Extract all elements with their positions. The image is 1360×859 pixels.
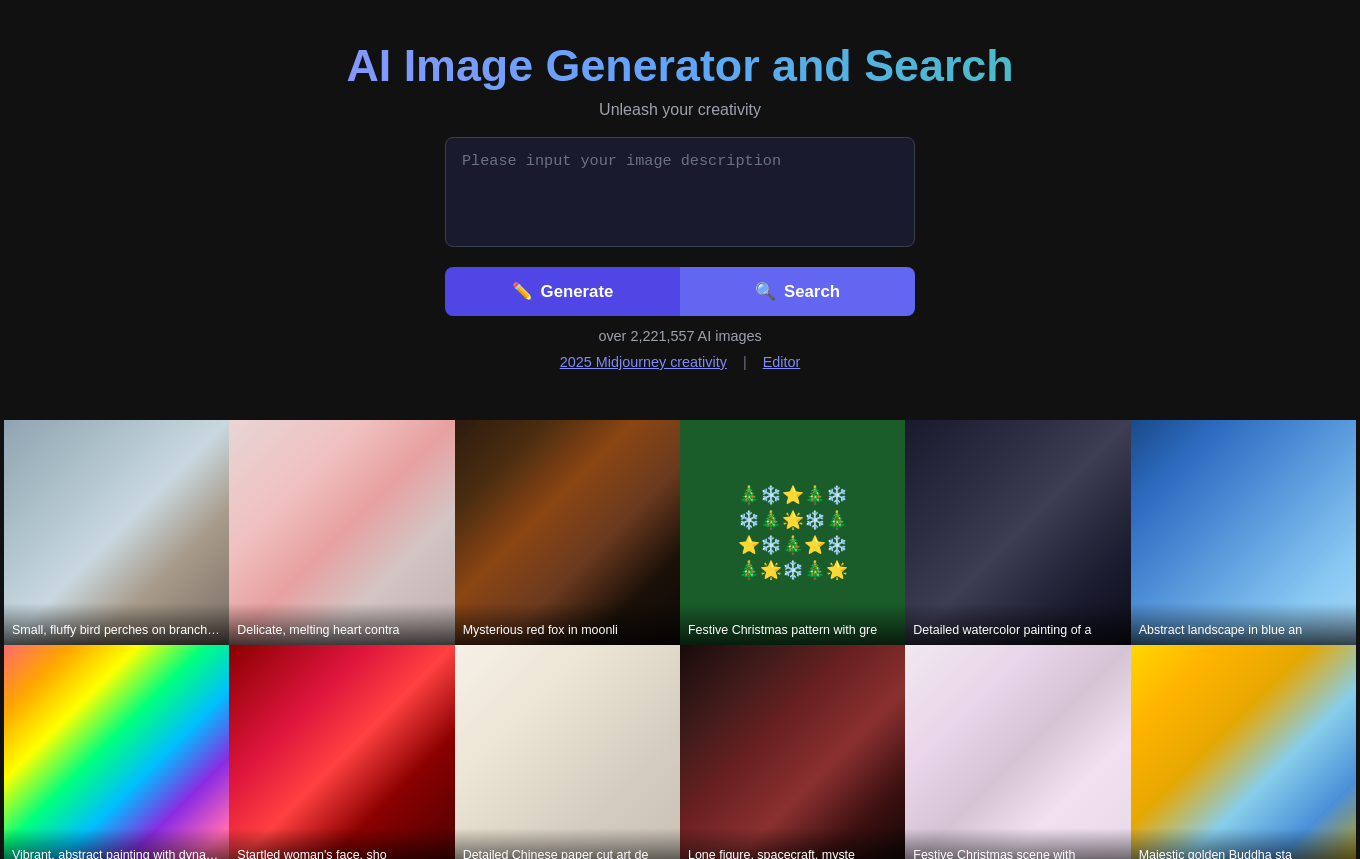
- image-row-1: Small, fluffy bird perches on branch in …: [4, 420, 1356, 645]
- image-item-bird[interactable]: Small, fluffy bird perches on branch in …: [4, 420, 229, 645]
- image-caption-spacecraft: Lone figure, spacecraft, myste: [680, 828, 905, 859]
- image-item-abstract-blue[interactable]: Abstract landscape in blue an: [1131, 420, 1356, 645]
- search-label: Search: [784, 282, 840, 302]
- image-item-fox[interactable]: Mysterious red fox in moonli: [455, 420, 680, 645]
- image-caption-abstract-blue: Abstract landscape in blue an: [1131, 603, 1356, 645]
- links-row: 2025 Midjourney creativity | Editor: [20, 354, 1340, 370]
- nav-divider: |: [743, 354, 747, 370]
- midjourney-link[interactable]: 2025 Midjourney creativity: [560, 354, 727, 370]
- header-section: AI Image Generator and Search Unleash yo…: [0, 0, 1360, 420]
- image-item-christmas2[interactable]: Festive Christmas scene with: [905, 645, 1130, 859]
- image-item-christmas[interactable]: 🎄❄️⭐🎄❄️❄️🎄🌟❄️🎄⭐❄️🎄⭐❄️🎄🌟❄️🎄🌟Festive Chris…: [680, 420, 905, 645]
- image-caption-christmas2: Festive Christmas scene with: [905, 828, 1130, 859]
- search-button[interactable]: 🔍 Search: [680, 267, 915, 316]
- image-item-robot[interactable]: Detailed watercolor painting of a: [905, 420, 1130, 645]
- buttons-row: ✏️ Generate 🔍 Search: [445, 267, 915, 316]
- textarea-container: [445, 137, 915, 251]
- pencil-icon: ✏️: [512, 281, 533, 302]
- image-item-colorful[interactable]: Vibrant, abstract painting with dynamic …: [4, 645, 229, 859]
- image-caption-face: Startled woman's face, sho: [229, 828, 454, 859]
- image-caption-buddha: Majestic golden Buddha sta: [1131, 828, 1356, 859]
- generate-button[interactable]: ✏️ Generate: [445, 267, 680, 316]
- image-row-2: Vibrant, abstract painting with dynamic …: [4, 645, 1356, 859]
- image-item-face[interactable]: Startled woman's face, sho: [229, 645, 454, 859]
- subtitle: Unleash your creativity: [20, 101, 1340, 119]
- image-caption-chinese: Detailed Chinese paper cut art de: [455, 828, 680, 859]
- editor-link[interactable]: Editor: [763, 354, 801, 370]
- image-item-spacecraft[interactable]: Lone figure, spacecraft, myste: [680, 645, 905, 859]
- page-title: AI Image Generator and Search: [20, 40, 1340, 91]
- image-caption-bird: Small, fluffy bird perches on branch in …: [4, 603, 229, 645]
- prompt-input[interactable]: [445, 137, 915, 247]
- image-item-heart[interactable]: Delicate, melting heart contra: [229, 420, 454, 645]
- image-item-buddha[interactable]: Majestic golden Buddha sta: [1131, 645, 1356, 859]
- image-caption-robot: Detailed watercolor painting of a: [905, 603, 1130, 645]
- search-icon: 🔍: [755, 281, 776, 302]
- image-caption-christmas: Festive Christmas pattern with gre: [680, 603, 905, 645]
- image-grid: Small, fluffy bird perches on branch in …: [0, 420, 1360, 859]
- generate-label: Generate: [541, 282, 614, 302]
- image-count: over 2,221,557 AI images: [20, 328, 1340, 344]
- image-caption-colorful: Vibrant, abstract painting with dynamic …: [4, 828, 229, 859]
- image-caption-heart: Delicate, melting heart contra: [229, 603, 454, 645]
- image-item-chinese[interactable]: Detailed Chinese paper cut art de: [455, 645, 680, 859]
- image-caption-fox: Mysterious red fox in moonli: [455, 603, 680, 645]
